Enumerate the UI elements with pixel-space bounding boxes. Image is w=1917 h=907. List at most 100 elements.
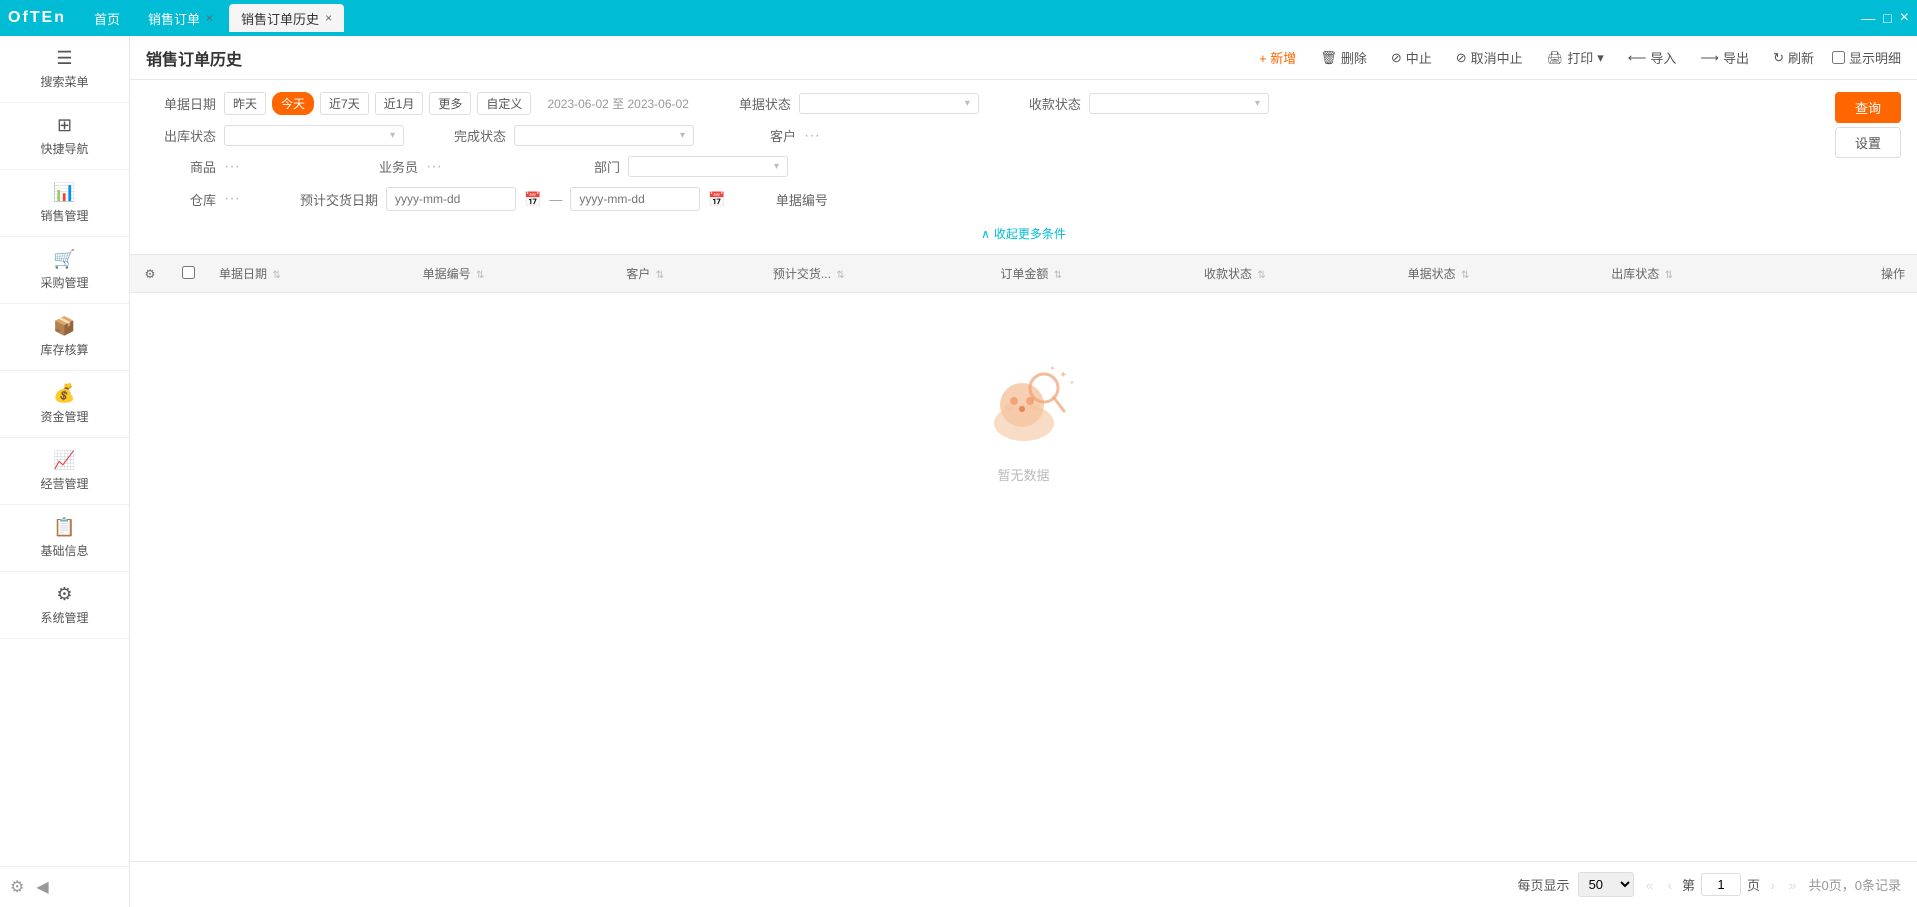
th-out-status[interactable]: 出库状态 ⇅ [1599, 255, 1803, 293]
stop-button[interactable]: ⊘ 中止 [1385, 44, 1438, 71]
sidebar-collapse-icon[interactable]: ◀ [36, 877, 48, 897]
th-order-amount[interactable]: 订单金额 ⇅ [988, 255, 1192, 293]
complete-status-arrow-icon: ▾ [680, 130, 685, 141]
payment-status-select[interactable]: ▾ [1089, 93, 1269, 114]
tab-sales-order-history[interactable]: 销售订单历史 × [229, 4, 344, 32]
sort-customer-icon: ⇅ [656, 270, 664, 281]
page-size-select[interactable]: 10 20 50 100 [1578, 872, 1634, 897]
sidebar-item-quick-nav[interactable]: ⊞ 快捷导航 [0, 103, 129, 170]
sidebar-item-basic-info[interactable]: 📋 基础信息 [0, 505, 129, 572]
print-arrow-icon: ▾ [1597, 50, 1604, 66]
last-page-button[interactable]: » [1785, 875, 1801, 895]
table-header-row: ⚙ 单据日期 ⇅ 单据编号 ⇅ [130, 255, 1917, 293]
table-body: ✦ ✦ ✦ 暂无数据 [130, 293, 1917, 545]
goods-label: 商品 [146, 157, 216, 176]
th-action: 操作 [1803, 255, 1917, 293]
prev-page-button[interactable]: ‹ [1663, 875, 1676, 895]
date-btn-today[interactable]: 今天 [272, 92, 314, 115]
filter-date-row: 单据日期 昨天 今天 近7天 近1月 更多 自定义 2023-06-02 至 2… [146, 92, 1811, 115]
page-unit: 页 [1747, 875, 1760, 894]
sidebar-item-system-label: 系统管理 [40, 609, 88, 626]
settings-icon[interactable]: ⚙ [145, 267, 156, 281]
sidebar-item-operations-label: 经营管理 [40, 475, 88, 492]
sidebar-item-operations[interactable]: 📈 经营管理 [0, 438, 129, 505]
th-delivery-date[interactable]: 预计交货... ⇅ [761, 255, 988, 293]
sidebar-item-sales[interactable]: 📊 销售管理 [0, 170, 129, 237]
tab-sales-order-label: 销售订单 [148, 9, 200, 28]
sidebar-item-system[interactable]: ⚙ 系统管理 [0, 572, 129, 639]
sidebar-item-finance[interactable]: 💰 资金管理 [0, 371, 129, 438]
th-settings[interactable]: ⚙ [130, 255, 170, 293]
window-controls: — □ × [1861, 9, 1909, 27]
complete-status-select[interactable]: ▾ [514, 125, 694, 146]
tab-sales-order-history-label: 销售订单历史 [241, 9, 319, 28]
sidebar-settings-icon[interactable]: ⚙ [10, 877, 24, 897]
cancel-stop-icon: ⊘ [1456, 50, 1467, 66]
content-area: 销售订单历史 + 新增 🗑 删除 ⊘ 中止 ⊘ 取消中止 🖨 打印 [130, 36, 1917, 907]
date-label: 单据日期 [146, 94, 216, 113]
svg-text:✦: ✦ [1059, 370, 1067, 381]
delete-button[interactable]: 🗑 删除 [1314, 44, 1373, 71]
date-btn-more[interactable]: 更多 [429, 92, 471, 115]
new-button[interactable]: + 新增 [1253, 44, 1302, 71]
search-menu-icon: ☰ [56, 48, 72, 69]
operations-icon: 📈 [53, 450, 75, 471]
collapse-filter-button[interactable]: ∧ 收起更多条件 [146, 225, 1901, 242]
calendar-start-icon[interactable]: 📅 [524, 191, 541, 208]
date-btn-custom[interactable]: 自定义 [477, 92, 531, 115]
tab-sales-order-close[interactable]: × [206, 11, 213, 25]
toolbar: + 新增 🗑 删除 ⊘ 中止 ⊘ 取消中止 🖨 打印 ▾ [1253, 44, 1901, 71]
empty-state: ✦ ✦ ✦ 暂无数据 [130, 293, 1917, 544]
tab-home[interactable]: 首页 [82, 4, 132, 32]
sidebar-item-search[interactable]: ☰ 搜索菜单 [0, 36, 129, 103]
warehouse-label: 仓库 [146, 190, 216, 209]
sidebar-item-purchase-label: 采购管理 [40, 274, 88, 291]
system-icon: ⚙ [56, 584, 72, 605]
select-all-checkbox[interactable] [182, 266, 195, 279]
th-checkbox[interactable] [170, 255, 207, 293]
tab-sales-order-history-close[interactable]: × [325, 11, 332, 25]
display-detail-toggle[interactable]: 显示明细 [1832, 48, 1901, 67]
tab-sales-order[interactable]: 销售订单 × [136, 4, 225, 32]
th-doc-status[interactable]: 单据状态 ⇅ [1396, 255, 1600, 293]
calendar-end-icon[interactable]: 📅 [708, 191, 725, 208]
import-button[interactable]: ⟵ 导入 [1622, 44, 1683, 71]
sidebar-item-purchase[interactable]: 🛒 采购管理 [0, 237, 129, 304]
th-customer[interactable]: 客户 ⇅ [614, 255, 761, 293]
pagination: 每页显示 10 20 50 100 « ‹ 第 页 › » 共0页，0条记录 [130, 861, 1917, 907]
salesperson-dots[interactable]: ··· [426, 158, 442, 176]
date-btn-yesterday[interactable]: 昨天 [224, 92, 266, 115]
dept-arrow-icon: ▾ [774, 161, 779, 172]
query-button[interactable]: 查询 [1835, 92, 1901, 123]
export-button[interactable]: ⟶ 导出 [1694, 44, 1755, 71]
next-page-button[interactable]: › [1766, 875, 1779, 895]
th-payment-status[interactable]: 收款状态 ⇅ [1192, 255, 1396, 293]
warehouse-dots[interactable]: ··· [224, 190, 240, 208]
out-status-select[interactable]: ▾ [224, 125, 404, 146]
refresh-icon: ↻ [1773, 50, 1784, 66]
refresh-button[interactable]: ↻ 刷新 [1767, 44, 1820, 71]
goods-dots[interactable]: ··· [224, 158, 240, 176]
page-number-input[interactable] [1701, 873, 1741, 896]
customer-dots[interactable]: ··· [804, 127, 820, 145]
sidebar-item-basic-info-label: 基础信息 [40, 542, 88, 559]
th-doc-no[interactable]: 单据编号 ⇅ [411, 255, 615, 293]
date-btn-1month[interactable]: 近1月 [375, 92, 424, 115]
date-btn-7days[interactable]: 近7天 [320, 92, 369, 115]
close-button[interactable]: × [1900, 9, 1909, 27]
first-page-button[interactable]: « [1642, 875, 1658, 895]
dept-select[interactable]: ▾ [628, 156, 788, 177]
th-doc-date[interactable]: 单据日期 ⇅ [207, 255, 411, 293]
inventory-icon: 📦 [53, 316, 75, 337]
minimize-button[interactable]: — [1861, 10, 1875, 26]
cancel-stop-button[interactable]: ⊘ 取消中止 [1450, 44, 1529, 71]
maximize-button[interactable]: □ [1883, 10, 1891, 26]
delivery-date-end[interactable] [570, 187, 700, 211]
doc-status-select[interactable]: ▾ [799, 93, 979, 114]
setting-button[interactable]: 设置 [1835, 127, 1901, 158]
display-detail-checkbox[interactable] [1832, 51, 1845, 64]
delivery-date-start[interactable] [386, 187, 516, 211]
sidebar-item-inventory[interactable]: 📦 库存核算 [0, 304, 129, 371]
print-button[interactable]: 🖨 打印 ▾ [1541, 44, 1610, 71]
import-icon: ⟵ [1628, 50, 1647, 66]
